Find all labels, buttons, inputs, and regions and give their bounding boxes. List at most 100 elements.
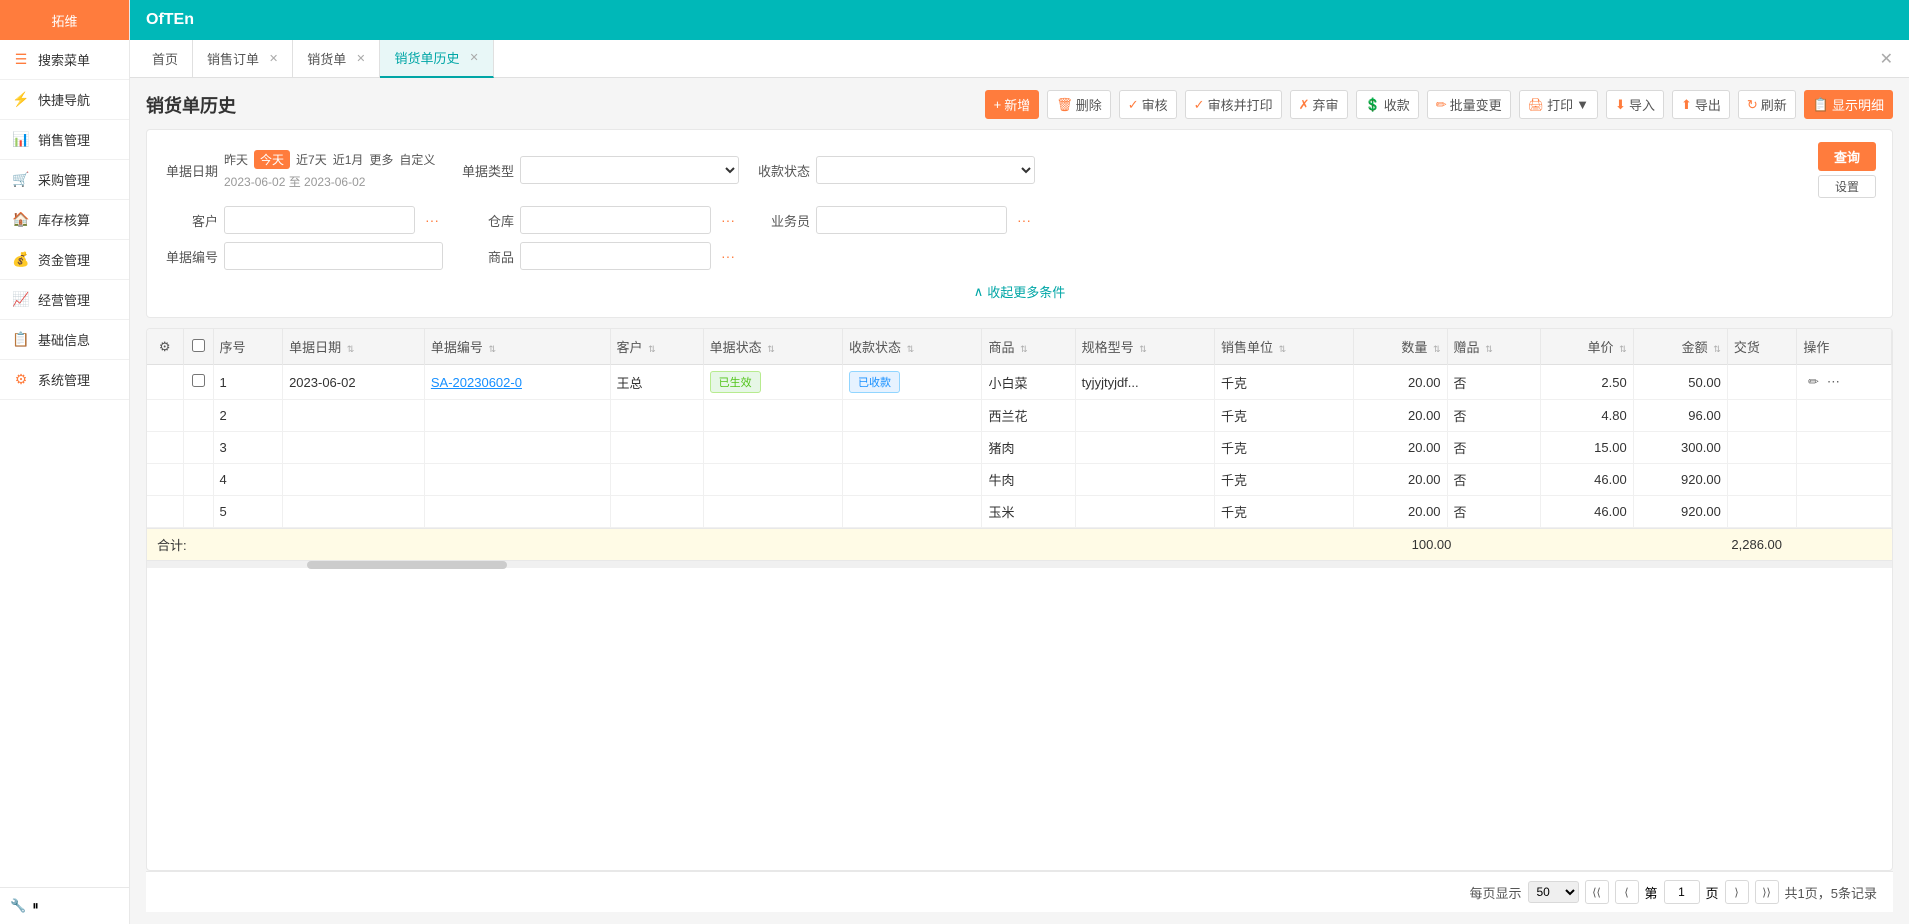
filter-goods-input[interactable] xyxy=(520,242,711,270)
col-amount[interactable]: 金额 ⇅ xyxy=(1633,329,1727,365)
shortcut-today[interactable]: 今天 xyxy=(254,150,290,169)
filter-payment-status-select[interactable] xyxy=(816,156,1035,184)
row-doc-date xyxy=(283,400,425,432)
delete-button[interactable]: 🗑 删除 xyxy=(1047,90,1111,119)
sidebar-item-operations[interactable]: 📈 经营管理 xyxy=(0,280,129,320)
sort-amount-icon: ⇅ xyxy=(1713,344,1721,354)
sidebar-item-purchase-mgmt[interactable]: 🛒 采购管理 xyxy=(0,160,129,200)
sidebar-item-basic-info[interactable]: 📋 基础信息 xyxy=(0,320,129,360)
row-actions xyxy=(1797,432,1892,464)
shortcut-1month[interactable]: 近1月 xyxy=(333,151,364,168)
sort-customer-icon: ⇅ xyxy=(648,344,656,354)
data-table-wrapper: ⚙ 序号 单据日期 ⇅ 单据编号 ⇅ xyxy=(146,328,1893,871)
close-all-tabs-button[interactable]: ✕ xyxy=(1872,49,1901,69)
tab-sales-history[interactable]: 销货单历史 ✕ xyxy=(380,40,493,78)
new-button[interactable]: + 新增 xyxy=(985,90,1040,119)
delete-icon: 🗑 xyxy=(1056,97,1073,113)
row-check-cell[interactable] xyxy=(183,496,213,528)
prev-page-button[interactable]: ⟨ xyxy=(1615,880,1639,904)
tab-home[interactable]: 首页 xyxy=(138,40,193,78)
sidebar-item-finance[interactable]: 💰 资金管理 xyxy=(0,240,129,280)
row-check-cell[interactable] xyxy=(183,400,213,432)
row-delivery xyxy=(1727,400,1797,432)
row-check-cell[interactable] xyxy=(183,432,213,464)
col-unit[interactable]: 销售单位 ⇅ xyxy=(1215,329,1354,365)
goods-dots-icon[interactable]: ··· xyxy=(717,248,739,264)
sidebar-bottom-icon1[interactable]: 🔧 xyxy=(10,898,26,914)
tab-sales-delivery[interactable]: 销货单 ✕ xyxy=(293,40,380,78)
scrollbar-thumb[interactable] xyxy=(307,561,507,569)
page-number-input[interactable] xyxy=(1664,880,1700,904)
filter-doc-no-input[interactable] xyxy=(224,242,443,270)
filter-customer-input[interactable] xyxy=(224,206,415,234)
col-spec[interactable]: 规格型号 ⇅ xyxy=(1075,329,1214,365)
row-check-cell[interactable] xyxy=(183,365,213,400)
collapse-button[interactable]: ∧ 收起更多条件 xyxy=(970,278,1070,305)
batch-change-button[interactable]: ✏ 批量变更 xyxy=(1427,90,1511,119)
row-customer xyxy=(610,464,703,496)
select-all-checkbox[interactable] xyxy=(192,339,205,352)
import-button[interactable]: ⬇ 导入 xyxy=(1606,90,1664,119)
warehouse-dots-icon[interactable]: ··· xyxy=(717,212,739,228)
last-page-button[interactable]: ⟩⟩ xyxy=(1755,880,1779,904)
filter-warehouse-input[interactable] xyxy=(520,206,711,234)
row-doc-no: SA-20230602-0 xyxy=(424,365,610,400)
export-button[interactable]: ⬆ 导出 xyxy=(1672,90,1730,119)
row-spec xyxy=(1075,496,1214,528)
horizontal-scrollbar[interactable] xyxy=(147,560,1892,568)
col-doc-date[interactable]: 单据日期 ⇅ xyxy=(283,329,425,365)
shortcut-yesterday[interactable]: 昨天 xyxy=(224,151,248,168)
shortcut-7days[interactable]: 近7天 xyxy=(296,151,327,168)
collect-button[interactable]: 💲 收款 xyxy=(1356,90,1419,119)
row-actions xyxy=(1797,400,1892,432)
query-button[interactable]: 查询 xyxy=(1818,142,1876,171)
doc-no-link[interactable]: SA-20230602-0 xyxy=(431,375,522,390)
col-doc-status[interactable]: 单据状态 ⇅ xyxy=(703,329,842,365)
sidebar-item-inventory[interactable]: 🏠 库存核算 xyxy=(0,200,129,240)
sidebar-bottom-icon2[interactable]: ⏸ xyxy=(32,898,39,914)
audit-print-button[interactable]: ✓ 审核并打印 xyxy=(1185,90,1282,119)
audit-button[interactable]: ✓ 审核 xyxy=(1119,90,1177,119)
refresh-button[interactable]: ↻ 刷新 xyxy=(1738,90,1796,119)
sidebar-item-sales-mgmt[interactable]: 📊 销售管理 xyxy=(0,120,129,160)
first-page-button[interactable]: ⟨⟨ xyxy=(1585,880,1609,904)
col-qty[interactable]: 数量 ⇅ xyxy=(1354,329,1447,365)
row-delivery xyxy=(1727,464,1797,496)
col-price[interactable]: 单价 ⇅ xyxy=(1540,329,1633,365)
shortcut-custom[interactable]: 自定义 xyxy=(399,151,435,168)
col-gift[interactable]: 赠品 ⇅ xyxy=(1447,329,1540,365)
col-customer[interactable]: 客户 ⇅ xyxy=(610,329,703,365)
row-doc-status xyxy=(703,496,842,528)
show-detail-button[interactable]: 📋 显示明细 xyxy=(1804,90,1893,119)
col-pay-status[interactable]: 收款状态 ⇅ xyxy=(843,329,982,365)
edit-action-button[interactable]: ✏ xyxy=(1803,372,1823,392)
next-page-button[interactable]: ⟩ xyxy=(1725,880,1749,904)
tab-sales-order-close[interactable]: ✕ xyxy=(269,52,278,65)
gear-icon[interactable]: ⚙ xyxy=(159,339,171,354)
tab-sales-history-close[interactable]: ✕ xyxy=(470,51,479,64)
print-button[interactable]: 🖨 打印 ▼ xyxy=(1519,90,1598,119)
abandon-button[interactable]: ✗ 弃审 xyxy=(1290,90,1348,119)
tab-sales-order[interactable]: 销售订单 ✕ xyxy=(193,40,293,78)
tab-sales-delivery-close[interactable]: ✕ xyxy=(356,52,365,65)
filter-salesperson-input[interactable] xyxy=(816,206,1007,234)
sidebar-item-quick-nav[interactable]: ⚡ 快捷导航 xyxy=(0,80,129,120)
customer-dots-icon[interactable]: ··· xyxy=(421,212,443,228)
row-doc-status xyxy=(703,432,842,464)
filter-doc-type-select[interactable] xyxy=(520,156,739,184)
col-goods[interactable]: 商品 ⇅ xyxy=(982,329,1075,365)
row-checkbox[interactable] xyxy=(192,374,205,387)
salesperson-dots-icon[interactable]: ··· xyxy=(1013,212,1035,228)
sidebar-item-search-menu[interactable]: ☰ 搜索菜单 xyxy=(0,40,129,80)
sidebar-item-system[interactable]: ⚙ 系统管理 xyxy=(0,360,129,400)
abandon-icon: ✗ xyxy=(1299,97,1310,113)
more-action-button[interactable]: ⋯ xyxy=(1823,372,1843,392)
col-doc-no[interactable]: 单据编号 ⇅ xyxy=(424,329,610,365)
shortcut-more[interactable]: 更多 xyxy=(369,151,393,168)
row-check-cell[interactable] xyxy=(183,464,213,496)
row-price: 46.00 xyxy=(1540,496,1633,528)
purchase-mgmt-icon: 🛒 xyxy=(12,171,30,189)
collect-icon: 💲 xyxy=(1365,97,1381,113)
page-size-select[interactable]: 50 100 200 xyxy=(1528,881,1579,903)
settings-button[interactable]: 设置 xyxy=(1818,175,1876,198)
